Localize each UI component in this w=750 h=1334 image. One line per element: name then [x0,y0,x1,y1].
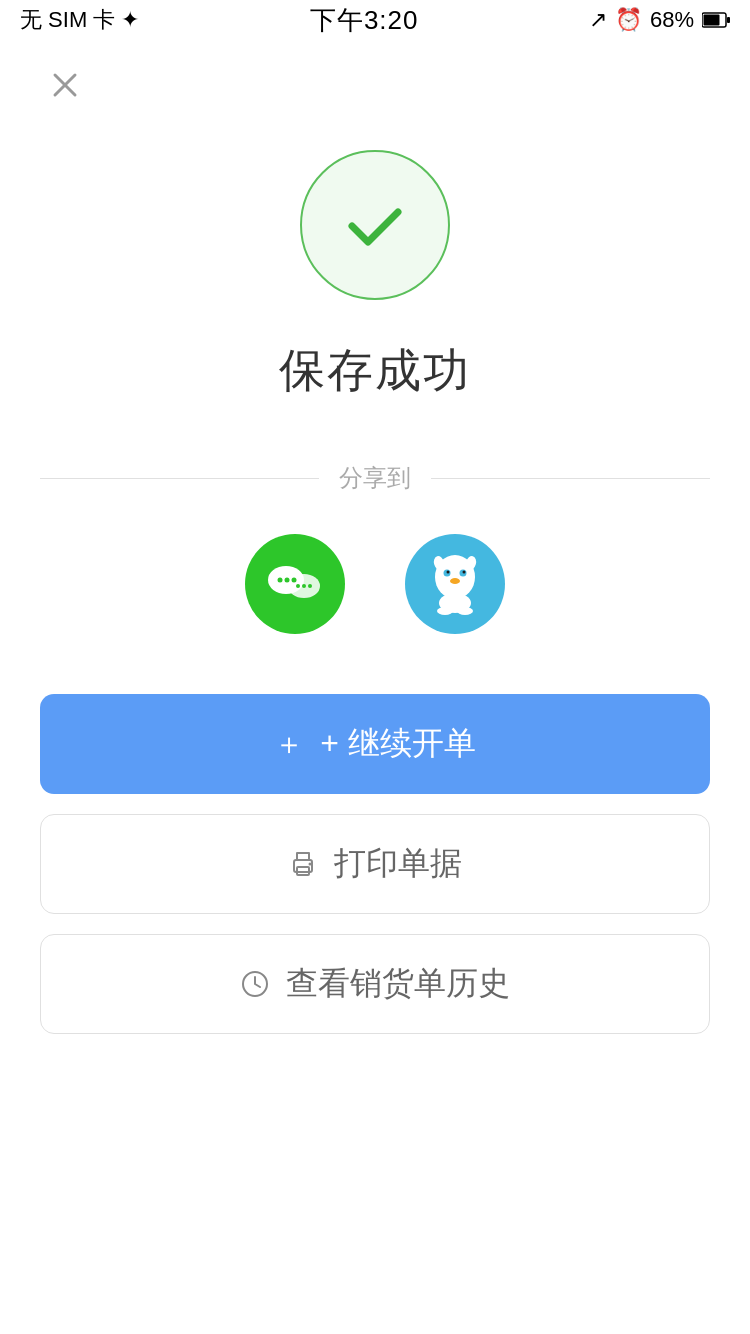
status-left: 无 SIM 卡 ✦ [20,5,139,35]
history-icon [240,969,270,999]
alarm-icon: ⏰ [615,7,642,33]
continue-label: + 继续开单 [320,722,476,766]
success-title: 保存成功 [279,340,471,402]
svg-point-26 [309,863,312,866]
share-divider: 分享到 [40,462,710,494]
svg-point-10 [296,584,300,588]
svg-point-11 [302,584,306,588]
divider-left [40,478,319,479]
history-button[interactable]: 查看销货单历史 [40,934,710,1034]
sim-label: 无 SIM 卡 ✦ [20,5,139,35]
svg-point-7 [278,578,283,583]
share-label: 分享到 [339,462,411,494]
share-section: 分享到 [40,462,710,634]
svg-point-22 [437,607,453,615]
svg-point-23 [457,607,473,615]
print-label: 打印单据 [334,842,462,886]
svg-point-9 [292,578,297,583]
qq-button[interactable] [405,534,505,634]
print-button[interactable]: 打印单据 [40,814,710,914]
svg-rect-2 [727,17,730,23]
wechat-icon [266,560,324,608]
status-right: ↗ ⏰ 68% [589,7,730,33]
battery-icon [702,12,730,28]
location-icon: ↗ [589,7,607,33]
battery-label: 68% [650,7,694,33]
success-circle [300,150,450,300]
svg-rect-1 [703,15,719,26]
svg-point-12 [308,584,312,588]
continue-button[interactable]: ＋ + 继续开单 [40,694,710,794]
history-label: 查看销货单历史 [286,962,510,1006]
divider-right [431,478,710,479]
close-button[interactable] [40,60,90,110]
status-bar: 无 SIM 卡 ✦ 下午3:20 ↗ ⏰ 68% [0,0,750,40]
svg-point-17 [463,571,466,574]
svg-point-18 [450,578,460,584]
qq-icon [425,549,485,619]
plus-icon: ＋ [274,724,304,765]
printer-icon [288,850,318,878]
checkmark-icon [340,190,410,260]
close-icon [49,69,81,101]
wechat-button[interactable] [245,534,345,634]
svg-point-16 [447,571,450,574]
status-time: 下午3:20 [310,3,419,38]
share-icons [40,534,710,634]
svg-point-8 [285,578,290,583]
actions: ＋ + 继续开单 打印单据 查看销货单历史 [40,694,710,1034]
main-content: 保存成功 分享到 [0,90,750,1334]
